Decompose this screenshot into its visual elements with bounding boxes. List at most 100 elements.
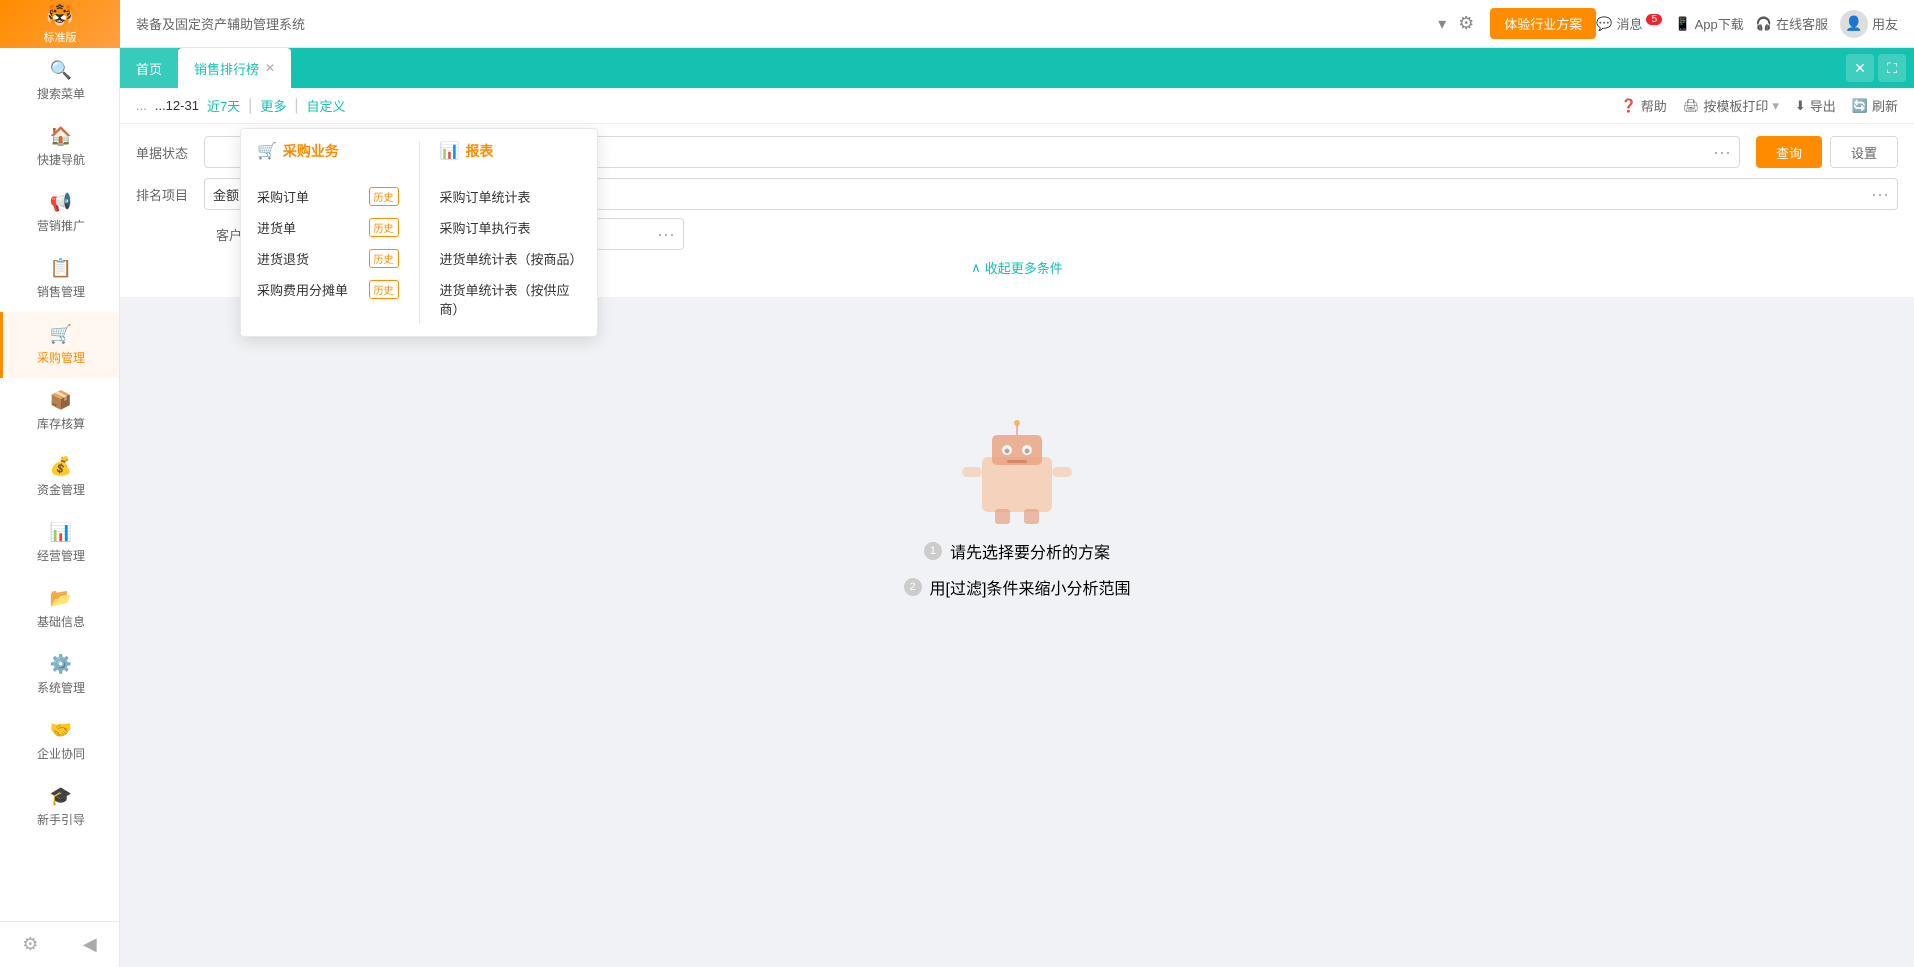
finance-icon: 💰 [50,456,72,477]
refresh-icon: 🔄 [1852,98,1868,114]
sidebar-item-sales[interactable]: 📋 销售管理 [0,246,119,312]
sidebar-settings-icon[interactable]: ⚙ [22,934,38,955]
print-dropdown-icon[interactable]: ▾ [1772,98,1779,114]
sidebar-item-guide[interactable]: 🎓 新手引导 [0,774,119,840]
sidebar-item-marketing[interactable]: 📢 营销推广 [0,180,119,246]
sidebar-item-label: 企业协同 [37,745,85,762]
sidebar-item-purchase[interactable]: 🛒 采购管理 [0,312,119,378]
setting-button[interactable]: 设置 [1830,136,1898,168]
export-icon: ⬇ [1795,98,1806,114]
tab-sales-rank-label: 销售排行榜 [194,59,259,78]
menu-item-purchase-fee[interactable]: 采购费用分摊单 历史 [257,274,399,305]
product-select[interactable]: 设计桑 ✕ ··· [488,136,1740,168]
sidebar-item-nav[interactable]: 🏠 快捷导航 [0,114,119,180]
tab-sales-rank[interactable]: 销售排行榜 ✕ [178,48,291,88]
filter-field-salesperson: 业务员 ··· [420,178,1898,210]
date-shortcut-7days[interactable]: 近7天 [207,96,240,115]
empty-hint-1: 1 请先选择要分析的方案 [924,539,1110,563]
report-section-label: 报表 [465,141,493,161]
rank-label: 排名项目 [136,185,196,204]
report-section-icon: 📊 [440,141,460,161]
sales-icon: 📋 [50,258,72,279]
refresh-btn[interactable]: 🔄 刷新 [1852,96,1898,115]
sidebar-item-basic[interactable]: 📂 基础信息 [0,576,119,642]
sidebar-item-label: 营销推广 [37,217,85,234]
inbound-stat-product-label: 进货单统计表（按商品） [440,249,582,268]
tab-close-btn[interactable]: ✕ [1846,54,1874,82]
sidebar-item-finance[interactable]: 💰 资金管理 [0,444,119,510]
sidebar-item-label: 快捷导航 [37,151,85,168]
help-btn[interactable]: ❓ 帮助 [1621,96,1667,115]
date-shortcut-custom[interactable]: 自定义 [307,96,346,115]
sidebar-item-label: 资金管理 [37,481,85,498]
settings-icon[interactable]: ⚙ [1458,13,1474,34]
app-download-label: App下载 [1695,14,1744,33]
report-section-title: 📊 报表 [440,141,582,169]
menu-divider [419,141,420,324]
headset-icon: 🎧 [1756,16,1772,32]
inventory-icon: 📦 [50,390,72,411]
user-action[interactable]: 👤 用友 [1840,10,1898,38]
sidebar-item-inventory[interactable]: 📦 库存核算 [0,378,119,444]
online-service-action[interactable]: 🎧 在线客服 [1756,14,1828,33]
system-dropdown-arrow[interactable]: ▾ [1438,14,1446,34]
collapse-up-icon: ∧ [971,260,981,276]
app-download-action[interactable]: 📱 App下载 [1674,14,1743,33]
purchase-return-label: 进货退货 [257,249,309,268]
messages-action[interactable]: 💬 消息 5 [1596,14,1662,33]
sidebar-collapse-icon[interactable]: ◀ [83,934,97,955]
date-recent-label: ... [136,98,147,113]
export-label: 导出 [1810,96,1836,115]
purchase-section-icon: 🛒 [257,141,277,161]
hint-num-2: 2 [904,578,922,596]
help-label: 帮助 [1641,96,1667,115]
date-shortcut-more[interactable]: 更多 [260,96,286,115]
menu-item-purchase-order[interactable]: 采购订单 历史 [257,181,399,212]
filter-field-product: 商品 设计桑 ✕ ··· [420,136,1740,168]
sidebar-item-operations[interactable]: 📊 经营管理 [0,510,119,576]
empty-hint-2: 2 用[过滤]条件来缩小分析范围 [904,575,1131,599]
home-icon: 🏠 [50,126,72,147]
salesperson-select[interactable]: ··· [488,178,1898,210]
guide-icon: 🎓 [50,786,72,807]
menu-item-purchase-return[interactable]: 进货退货 历史 [257,243,399,274]
report-menu-section: 📊 报表 采购订单统计表 采购订单执行表 进货单统计表（按商品） [424,141,598,324]
menu-item-order-exec[interactable]: 采购订单执行表 [440,212,582,243]
industry-btn[interactable]: 体验行业方案 [1490,8,1596,39]
query-button[interactable]: 查询 [1756,136,1822,168]
tab-home[interactable]: 首页 [120,48,178,88]
sidebar-item-label: 基础信息 [37,613,85,630]
marketing-icon: 📢 [50,192,72,213]
messages-label: 消息 [1616,14,1642,33]
menu-item-purchase-in[interactable]: 进货单 历史 [257,212,399,243]
basic-icon: 📂 [50,588,72,609]
docstatus-label: 单据状态 [136,143,196,162]
rank-value: 金额 [213,185,239,204]
logo-icon: 🐯 [46,3,73,29]
tab-close-icon[interactable]: ✕ [265,61,275,75]
menu-item-order-stat[interactable]: 采购订单统计表 [440,181,582,212]
sidebar-item-system[interactable]: ⚙️ 系统管理 [0,642,119,708]
dropdown-overlay: 🛒 采购业务 采购订单 历史 进货单 历史 进货退货 [240,128,598,337]
sidebar-item-enterprise[interactable]: 🤝 企业协同 [0,708,119,774]
export-btn[interactable]: ⬇ 导出 [1795,96,1836,115]
menu-item-inbound-stat-product[interactable]: 进货单统计表（按商品） [440,243,582,274]
sidebar-item-search[interactable]: 🔍 搜索菜单 [0,48,119,114]
logo-label: 标准版 [44,29,77,45]
date-shortcuts: ... ...12-31 近7天 | 更多 | 自定义 [136,96,346,115]
print-icon: 🖨 [1683,98,1700,114]
print-label: 按模板打印 [1703,96,1768,115]
tab-maximize-btn[interactable]: ⛶ [1878,54,1906,82]
sidebar-item-label: 经营管理 [37,547,85,564]
purchase-section-title: 🛒 采购业务 [257,141,399,169]
tab-bar: 首页 销售排行榜 ✕ ✕ ⛶ [120,48,1914,88]
filter-toolbar: ... ...12-31 近7天 | 更多 | 自定义 ❓ 帮助 [120,88,1914,124]
customer-dots[interactable]: ··· [657,224,675,245]
print-btn[interactable]: 🖨 按模板打印 ▾ [1683,96,1779,115]
empty-illustration [957,417,1077,527]
page-content: ... ...12-31 近7天 | 更多 | 自定义 ❓ 帮助 [120,88,1914,967]
menu-item-inbound-stat-supplier[interactable]: 进货单统计表（按供应商） [440,274,582,324]
salesperson-dots[interactable]: ··· [1871,184,1889,205]
tab-home-label: 首页 [136,59,162,78]
product-dots[interactable]: ··· [1713,142,1731,163]
